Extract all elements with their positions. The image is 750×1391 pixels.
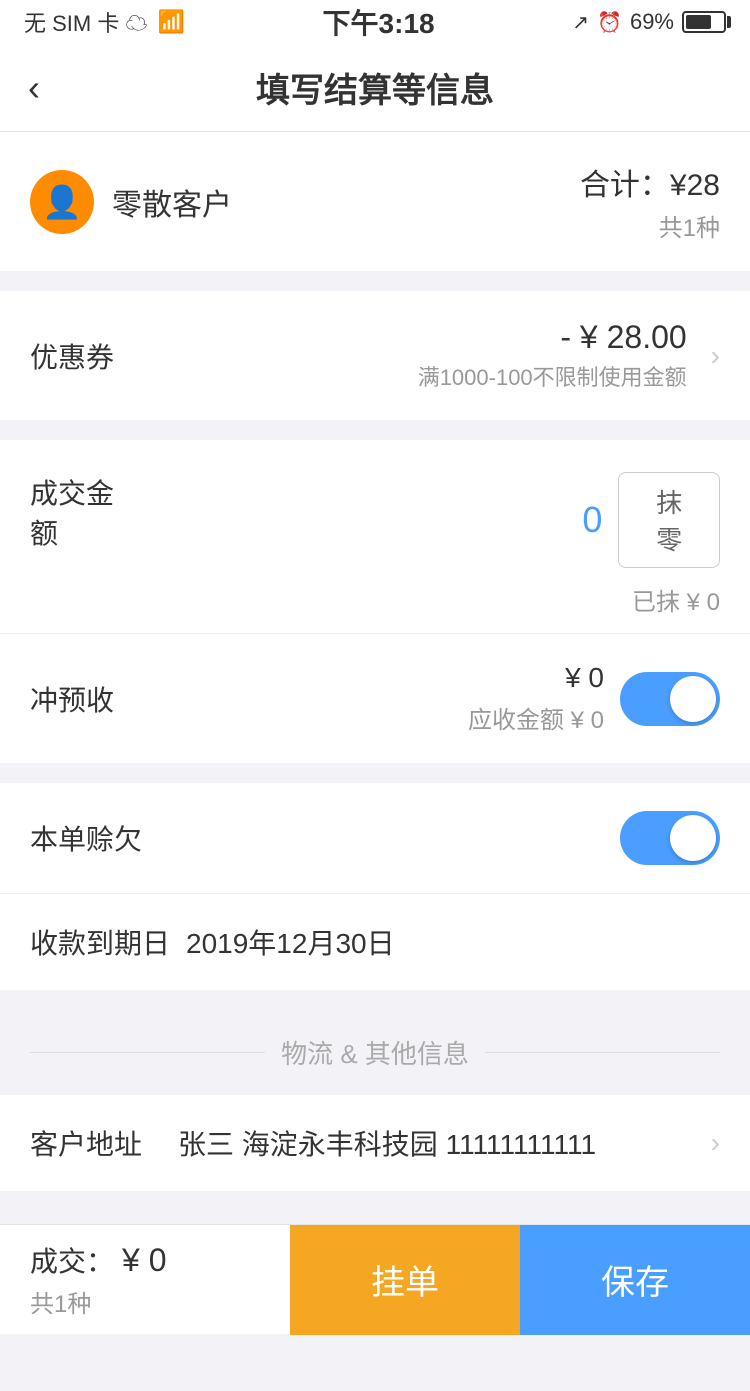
credit-toggle[interactable]: [620, 811, 720, 865]
status-right: ↗ ⏰ 69%: [572, 9, 726, 35]
address-section: 客户地址 张三 海淀永丰科技园 11111111111 ›: [0, 1095, 750, 1191]
customer-left: 👤 零散客户: [30, 170, 232, 234]
prepayment-amount: ¥ 0: [468, 662, 604, 694]
footer-deal-amount: ¥ 0: [122, 1242, 166, 1279]
deal-sub: 已抹 ¥ 0: [632, 582, 720, 617]
credit-section: 本单赊欠 收款到期日 2019年12月30日: [0, 783, 750, 990]
footer-count: 共1种: [30, 1284, 260, 1319]
prepayment-toggle[interactable]: [620, 672, 720, 726]
due-date-label: 收款到期日: [30, 922, 170, 962]
due-date-row: 收款到期日 2019年12月30日: [0, 893, 750, 990]
deal-label: 成交金额: [30, 472, 141, 552]
total-amount: 合计：¥28: [580, 160, 720, 204]
location-icon: ↗: [572, 10, 589, 35]
prepayment-label: 冲预收: [30, 679, 114, 719]
credit-row: 本单赊欠: [0, 783, 750, 893]
coupon-row[interactable]: 优惠券 - ¥ 28.00 满1000-100不限制使用金额 ›: [0, 291, 750, 420]
wifi-icon: 📶: [157, 9, 184, 35]
footer-deal-row: 成交： ¥ 0: [30, 1240, 260, 1280]
hold-button[interactable]: 挂单: [290, 1225, 520, 1335]
logistics-header: 物流 & 其他信息: [0, 1014, 750, 1091]
sim-label: 无 SIM 卡 ☁: [24, 6, 147, 38]
footer-bar: 成交： ¥ 0 共1种 挂单 保存: [0, 1224, 750, 1334]
due-date-value: 2019年12月30日: [186, 922, 395, 962]
credit-label: 本单赊欠: [30, 818, 142, 858]
deal-row: 成交金额 抹零 已抹 ¥ 0: [0, 440, 750, 633]
coupon-desc: 满1000-100不限制使用金额: [418, 360, 687, 392]
coupon-label: 优惠券: [30, 336, 114, 376]
deal-right: 抹零 已抹 ¥ 0: [141, 472, 720, 617]
credit-right: [620, 811, 720, 865]
status-left: 无 SIM 卡 ☁ 📶: [24, 6, 185, 38]
coupon-chevron-icon: ›: [711, 340, 720, 372]
prepayment-right: ¥ 0 应收金额 ¥ 0: [468, 662, 720, 735]
coupon-right: - ¥ 28.00 满1000-100不限制使用金额 ›: [418, 319, 720, 392]
alarm-icon: ⏰: [597, 10, 622, 35]
footer-info: 成交： ¥ 0 共1种: [0, 1240, 290, 1319]
customer-section: 👤 零散客户 合计：¥28 共1种: [0, 132, 750, 271]
avatar: 👤: [30, 170, 94, 234]
address-label: 客户地址: [30, 1123, 142, 1163]
total-count: 共1种: [580, 208, 720, 243]
customer-name: 零散客户: [112, 180, 232, 224]
deal-section: 成交金额 抹零 已抹 ¥ 0 冲预收 ¥ 0 应收金额 ¥ 0: [0, 440, 750, 763]
logistics-label: 物流 & 其他信息: [281, 1034, 469, 1071]
round-button[interactable]: 抹零: [618, 472, 720, 568]
footer-deal-label: 成交：: [30, 1240, 114, 1280]
battery-percent: 69%: [630, 9, 674, 35]
status-time: 下午3:18: [323, 2, 435, 42]
prepayment-sub: 应收金额 ¥ 0: [468, 700, 604, 735]
deal-amount-input[interactable]: [141, 499, 602, 541]
address-row[interactable]: 客户地址 张三 海淀永丰科技园 11111111111 ›: [0, 1095, 750, 1191]
save-button[interactable]: 保存: [520, 1225, 750, 1335]
battery-icon: [682, 11, 726, 33]
back-button[interactable]: ‹: [28, 67, 40, 109]
address-chevron-icon: ›: [711, 1127, 720, 1159]
customer-total: 合计：¥28 共1种: [580, 160, 720, 243]
page-title: 填写结算等信息: [256, 63, 494, 112]
coupon-section: 优惠券 - ¥ 28.00 满1000-100不限制使用金额 ›: [0, 291, 750, 420]
nav-bar: ‹ 填写结算等信息: [0, 44, 750, 132]
customer-row: 👤 零散客户 合计：¥28 共1种: [0, 132, 750, 271]
status-bar: 无 SIM 卡 ☁ 📶 下午3:18 ↗ ⏰ 69%: [0, 0, 750, 44]
prepayment-row: 冲预收 ¥ 0 应收金额 ¥ 0: [0, 633, 750, 763]
coupon-amount: - ¥ 28.00: [418, 319, 687, 356]
address-value: 张三 海淀永丰科技园 11111111111: [178, 1123, 687, 1163]
